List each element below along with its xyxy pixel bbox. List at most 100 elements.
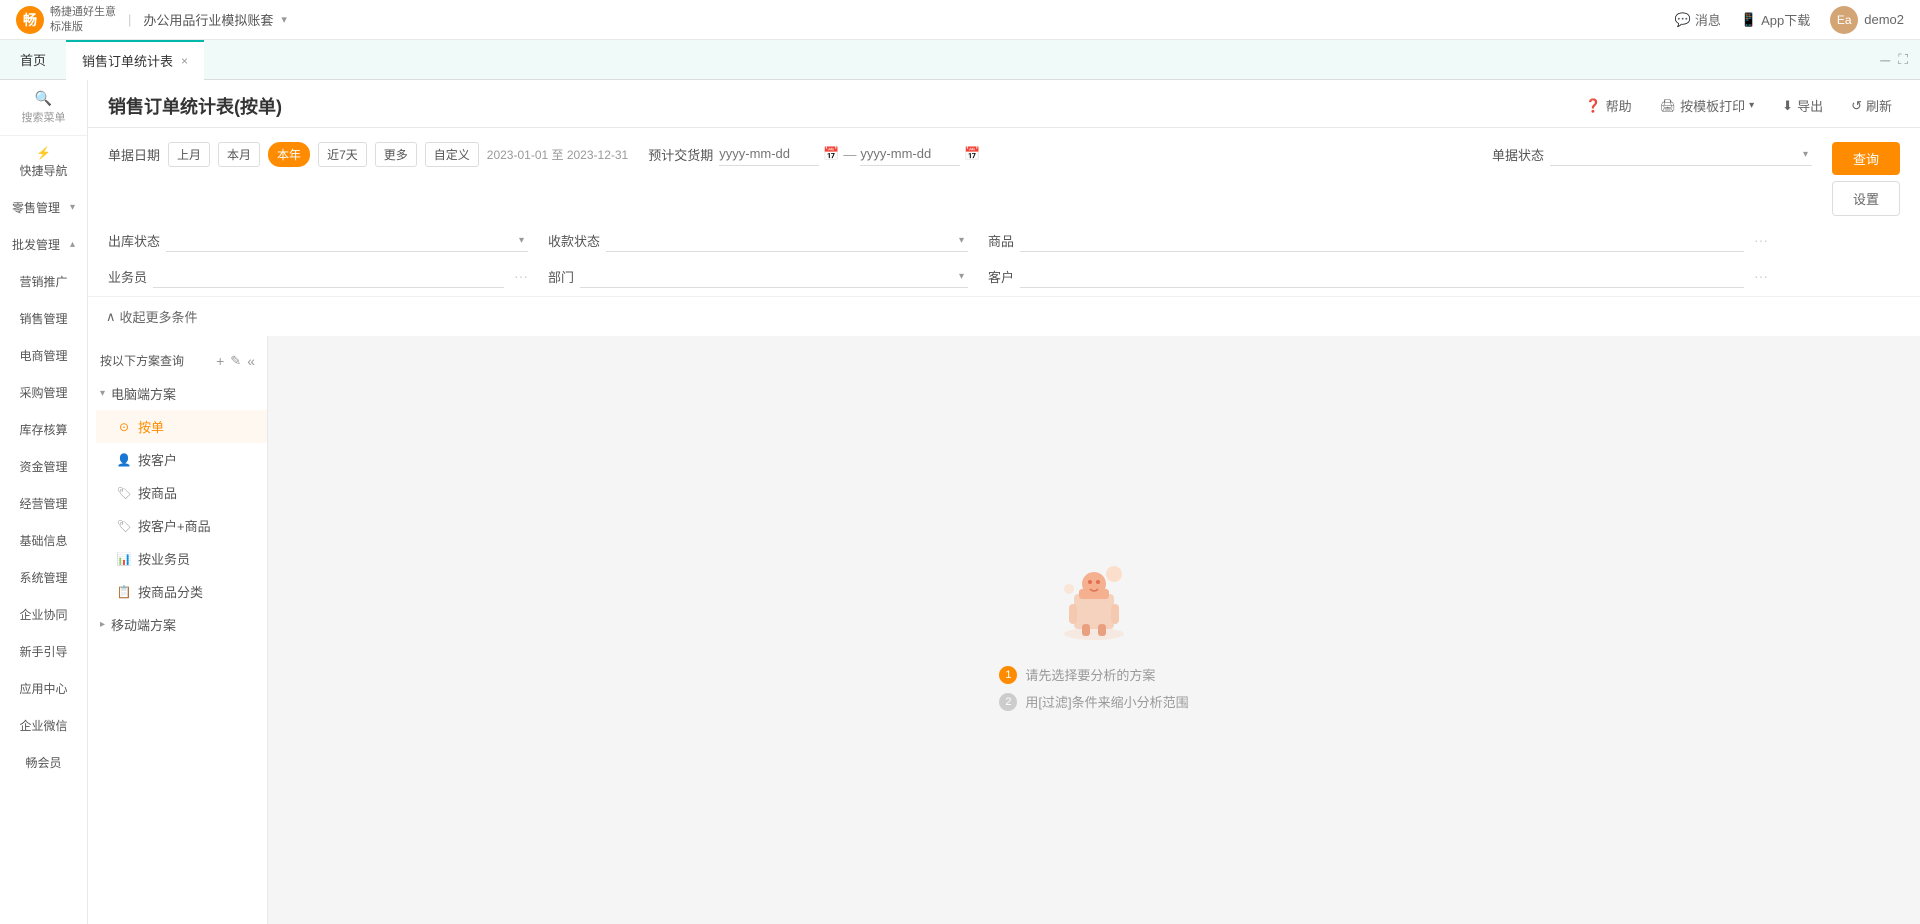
- salesperson-input[interactable]: [153, 264, 504, 288]
- sidebar-item-enterprise-wechat[interactable]: 企业微信: [0, 707, 87, 744]
- salesperson-more-icon[interactable]: ···: [514, 268, 528, 284]
- goods-more-icon[interactable]: ···: [1754, 232, 1768, 248]
- chevron-up-icon: ▴: [70, 239, 75, 250]
- tab-active[interactable]: 销售订单统计表 ×: [66, 40, 204, 80]
- sidebar-item-marketing[interactable]: 营销推广: [0, 263, 87, 300]
- customer-input[interactable]: [1020, 264, 1744, 288]
- tip-number-1: 1: [999, 666, 1017, 684]
- status-select[interactable]: [1550, 142, 1812, 166]
- dept-label: 部门: [548, 267, 574, 286]
- sidebar-item-retail[interactable]: 零售管理 ▾: [0, 189, 87, 226]
- sidebar-item-ops[interactable]: 经营管理: [0, 485, 87, 522]
- left-panel-header: 按以下方案查询 + ✎ «: [88, 344, 267, 377]
- edit-scheme-icon[interactable]: ✎: [230, 353, 241, 369]
- main-content: 1 请先选择要分析的方案 2 用[过滤]条件来缩小分析范围: [268, 336, 1920, 924]
- page-title: 销售订单统计表(按单): [108, 93, 282, 119]
- query-settings-group: 查询 设置: [1832, 142, 1900, 216]
- tree-collapsed-icon: ▸: [100, 619, 105, 630]
- calendar-from-icon[interactable]: 📅: [823, 146, 839, 162]
- scheme-customer[interactable]: 👤 按客户: [96, 443, 267, 476]
- sidebar: 🔍 搜索菜单 ⚡ 快捷导航 零售管理 ▾ 批发管理 ▴ 营销推广 销售管理 电商…: [0, 80, 88, 924]
- refresh-button[interactable]: ↺ 刷新: [1843, 92, 1900, 119]
- tree-parent-mobile[interactable]: ▸ 移动端方案: [88, 608, 267, 641]
- dropdown-arrow-icon[interactable]: ▾: [281, 13, 287, 26]
- sub-tree-pc: ⊙ 按单 👤 按客户 🏷 按商品 🏷 按客: [88, 410, 267, 608]
- left-panel: 按以下方案查询 + ✎ « ▾ 电脑端方案 ⊙: [88, 336, 268, 924]
- topbar-right: 💬 消息 📱 App下载 Ea demo2: [1675, 6, 1904, 34]
- sidebar-item-member[interactable]: 畅会员: [0, 744, 87, 781]
- help-icon: ❓: [1585, 98, 1601, 114]
- expected-date-from-input[interactable]: [719, 142, 819, 166]
- scheme-goods[interactable]: 🏷 按商品: [96, 476, 267, 509]
- custom-date-button[interactable]: 自定义: [425, 142, 479, 167]
- expected-date-to-input[interactable]: [860, 142, 960, 166]
- mobile-section-label: 移动端方案: [111, 615, 176, 634]
- goods-category-icon: 📋: [116, 584, 132, 600]
- app-title: 办公用品行业模拟账套: [143, 10, 273, 29]
- sidebar-item-search[interactable]: 🔍 搜索菜单: [0, 80, 87, 136]
- sidebar-item-ecom[interactable]: 电商管理: [0, 337, 87, 374]
- query-button[interactable]: 查询: [1832, 142, 1900, 175]
- this-year-button[interactable]: 本年: [268, 142, 310, 167]
- sidebar-item-system[interactable]: 系统管理: [0, 559, 87, 596]
- collapse-button[interactable]: ∧ 收起更多条件: [94, 303, 210, 330]
- panel-icons: + ✎ «: [216, 353, 255, 369]
- sidebar-item-app-center[interactable]: 应用中心: [0, 670, 87, 707]
- topbar-left: 畅 畅捷通好生意 标准版 | 办公用品行业模拟账套 ▾: [16, 5, 287, 34]
- this-month-button[interactable]: 本月: [218, 142, 260, 167]
- status-label: 单据状态: [1492, 145, 1544, 164]
- sidebar-item-finance[interactable]: 资金管理: [0, 448, 87, 485]
- cust-goods-icon: 🏷: [116, 518, 132, 534]
- tab-close-button[interactable]: ×: [181, 54, 188, 68]
- sidebar-item-inventory[interactable]: 库存核算: [0, 411, 87, 448]
- date-label: 单据日期: [108, 145, 160, 164]
- out-status-label: 出库状态: [108, 231, 160, 250]
- tree-parent-pc[interactable]: ▾ 电脑端方案: [88, 377, 267, 410]
- sidebar-item-sales[interactable]: 销售管理: [0, 300, 87, 337]
- user-menu-button[interactable]: Ea demo2: [1830, 6, 1904, 34]
- empty-illustration: [1044, 549, 1144, 649]
- calendar-to-icon[interactable]: 📅: [964, 146, 980, 162]
- minimize-window-icon[interactable]: ─: [1880, 52, 1890, 68]
- export-button[interactable]: ⬇ 导出: [1774, 92, 1831, 119]
- quick-nav-icon: ⚡: [36, 146, 51, 160]
- goods-label: 商品: [988, 231, 1014, 250]
- last-month-button[interactable]: 上月: [168, 142, 210, 167]
- app-download-button[interactable]: 📱 App下载: [1741, 10, 1810, 29]
- settings-button[interactable]: 设置: [1832, 181, 1900, 216]
- help-button[interactable]: ❓ 帮助: [1577, 92, 1639, 119]
- sidebar-item-quick-nav[interactable]: ⚡ 快捷导航: [0, 136, 87, 189]
- customer-more-icon[interactable]: ···: [1754, 268, 1768, 284]
- out-status-select[interactable]: [166, 228, 528, 252]
- empty-tips: 1 请先选择要分析的方案 2 用[过滤]条件来缩小分析范围: [999, 665, 1188, 711]
- maximize-window-icon[interactable]: ⛶: [1898, 51, 1908, 68]
- pay-status-select[interactable]: [606, 228, 968, 252]
- customer-scheme-icon: 👤: [116, 452, 132, 468]
- sidebar-item-basic-info[interactable]: 基础信息: [0, 522, 87, 559]
- add-scheme-icon[interactable]: +: [216, 353, 224, 369]
- collapse-panel-icon[interactable]: «: [247, 353, 255, 369]
- goods-input[interactable]: [1020, 228, 1744, 252]
- main-wrapper: 🔍 搜索菜单 ⚡ 快捷导航 零售管理 ▾ 批发管理 ▴ 营销推广 销售管理 电商…: [0, 80, 1920, 924]
- sidebar-item-new-guide[interactable]: 新手引导: [0, 633, 87, 670]
- scheme-order[interactable]: ⊙ 按单: [96, 410, 267, 443]
- logo-area: 畅 畅捷通好生意 标准版: [16, 5, 116, 34]
- tabbar-right: ─ ⛶: [1880, 51, 1920, 68]
- last7-button[interactable]: 近7天: [318, 142, 367, 167]
- sidebar-item-enterprise-coop[interactable]: 企业协同: [0, 596, 87, 633]
- tab-home[interactable]: 首页: [0, 40, 66, 80]
- sidebar-item-wholesale[interactable]: 批发管理 ▴: [0, 226, 87, 263]
- scheme-cust-goods[interactable]: 🏷 按客户+商品: [96, 509, 267, 542]
- more-date-button[interactable]: 更多: [375, 142, 417, 167]
- sidebar-item-purchase[interactable]: 采购管理: [0, 374, 87, 411]
- expected-date-label: 预计交货期: [648, 145, 713, 164]
- message-button[interactable]: 💬 消息: [1675, 10, 1721, 29]
- date-range-text: 2023-01-01 至 2023-12-31: [487, 146, 628, 163]
- date-separator: —: [843, 147, 856, 162]
- scheme-goods-category[interactable]: 📋 按商品分类: [96, 575, 267, 608]
- template-print-button[interactable]: 🖨 按模板打印 ▾: [1652, 92, 1763, 119]
- left-panel-wrapper: 按以下方案查询 + ✎ « ▾ 电脑端方案 ⊙: [88, 336, 1920, 924]
- dept-select[interactable]: [580, 264, 968, 288]
- print-icon: 🖨: [1660, 98, 1677, 114]
- scheme-salesperson[interactable]: 📊 按业务员: [96, 542, 267, 575]
